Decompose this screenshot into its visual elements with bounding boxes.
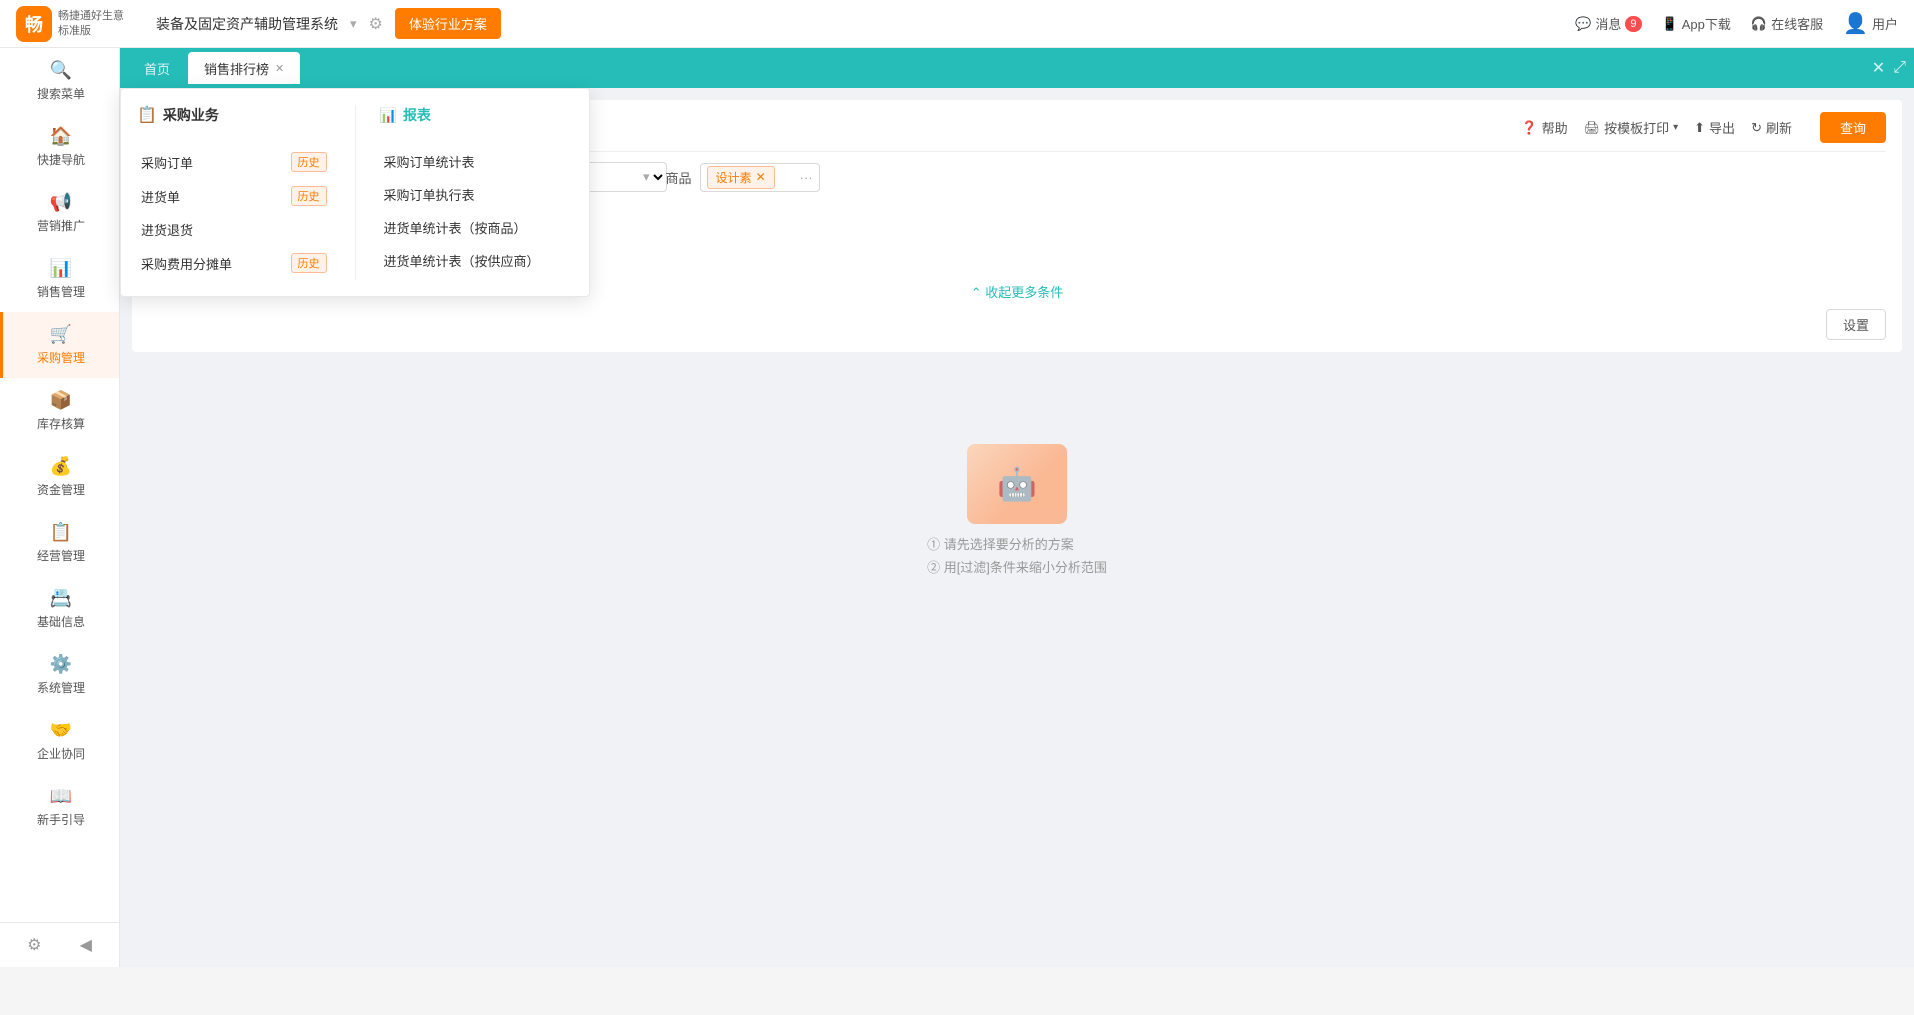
sidebar-item-operation[interactable]: 📋 经营管理 [0, 510, 119, 576]
export-btn[interactable]: ⬆ 导出 [1694, 118, 1735, 137]
setting-btn[interactable]: 设置 [1826, 309, 1886, 340]
print-dropdown-icon[interactable]: ▾ [1673, 122, 1678, 133]
print-btn[interactable]: 🖨 按模板打印 ▾ [1584, 118, 1679, 137]
system-title: 装备及固定资产辅助管理系统 [156, 14, 338, 34]
industry-btn[interactable]: 体验行业方案 [395, 8, 501, 39]
purchase-business-col: 📋 采购业务 采购订单 历史 进货单 历史 进货退货 采购费用分摊单 历史 [137, 105, 331, 280]
help-btn[interactable]: ❓ 帮助 [1521, 118, 1567, 137]
dropdown-item-return[interactable]: 进货退货 [137, 213, 331, 246]
query-btn[interactable]: 查询 [1820, 112, 1886, 143]
finance-icon: 💰 [50, 456, 72, 477]
refresh-icon: ↻ [1751, 120, 1762, 136]
goods-tag-close[interactable]: ✕ [756, 170, 766, 184]
system-icon: ⚙️ [50, 654, 72, 675]
operation-icon: 📋 [50, 522, 72, 543]
dropdown-item-purchase-order[interactable]: 采购订单 历史 [137, 145, 331, 179]
top-bar: 畅 畅捷通好生意 标准版 装备及固定资产辅助管理系统 ▾ ⚙ 体验行业方案 💬 … [0, 0, 1914, 48]
purchase-title-icon: 📋 [137, 105, 157, 125]
basic-icon: 📇 [50, 588, 72, 609]
tab-bar-actions: ✕ ⤢ [1872, 58, 1906, 78]
message-badge: 9 [1625, 16, 1641, 32]
sidebar-item-guide[interactable]: 📖 新手引导 [0, 774, 119, 840]
logo-area: 畅 畅捷通好生意 标准版 [16, 6, 136, 42]
empty-tips: 请先选择要分析的方案 用[过滤]条件来缩小分析范围 [927, 532, 1107, 578]
sidebar-item-system[interactable]: ⚙️ 系统管理 [0, 642, 119, 708]
print-icon: 🖨 [1584, 120, 1601, 136]
settings-icon[interactable]: ⚙ [369, 14, 383, 34]
avatar-icon: 👤 [1843, 11, 1868, 36]
purchase-dropdown-menu: 📋 采购业务 采购订单 历史 进货单 历史 进货退货 采购费用分摊单 历史 📊 … [120, 88, 590, 297]
dropdown-item-order-exec[interactable]: 采购订单执行表 [380, 178, 574, 211]
empty-illustration: 🤖 [967, 444, 1067, 524]
dropdown-arrow-icon[interactable]: ▾ [350, 16, 357, 32]
sidebar-item-basic[interactable]: 📇 基础信息 [0, 576, 119, 642]
sidebar-item-marketing[interactable]: 📢 营销推广 [0, 180, 119, 246]
phone-icon: 📱 [1662, 16, 1678, 32]
sidebar-item-corp[interactable]: 🤝 企业协同 [0, 708, 119, 774]
report-title-icon: 📊 [380, 107, 397, 124]
app-download-btn[interactable]: 📱 App下载 [1662, 14, 1731, 33]
history-tag-3: 历史 [291, 253, 327, 273]
marketing-icon: 📢 [50, 192, 72, 213]
tab-close-window-btn[interactable]: ✕ [1872, 58, 1885, 78]
purchase-col-title: 📋 采购业务 [137, 105, 331, 133]
dropdown-item-receipt[interactable]: 进货单 历史 [137, 179, 331, 213]
tab-home[interactable]: 首页 [128, 52, 186, 84]
goods-filter: 商品 设计素 ✕ ··· [666, 163, 820, 192]
empty-icon: 🤖 [967, 444, 1067, 524]
user-btn[interactable]: 👤 用户 [1843, 11, 1898, 36]
home-icon: 🏠 [50, 126, 72, 147]
dropdown-item-expense[interactable]: 采购费用分摊单 历史 [137, 246, 331, 280]
tab-bar: 首页 销售排行榜 ✕ ✕ ⤢ [120, 48, 1914, 88]
guide-icon: 📖 [50, 786, 72, 807]
inventory-icon: 📦 [50, 390, 72, 411]
online-service-btn[interactable]: 🎧 在线客服 [1751, 14, 1823, 33]
export-icon: ⬆ [1694, 120, 1705, 136]
top-bar-right: 💬 消息 9 📱 App下载 🎧 在线客服 👤 用户 [1575, 11, 1898, 36]
corp-icon: 🤝 [50, 720, 72, 741]
history-tag-1: 历史 [291, 186, 327, 206]
refresh-btn[interactable]: ↻ 刷新 [1751, 118, 1792, 137]
logo-icon: 畅 [16, 6, 52, 42]
sidebar-item-finance[interactable]: 💰 资金管理 [0, 444, 119, 510]
tab-sales-rank[interactable]: 销售排行榜 ✕ [188, 52, 300, 84]
search-icon: 🔍 [50, 60, 72, 81]
history-tag-0: 历史 [291, 152, 327, 172]
purchase-icon: 🛒 [50, 324, 72, 345]
message-btn[interactable]: 💬 消息 9 [1575, 14, 1641, 33]
goods-tag: 设计素 ✕ [707, 166, 775, 189]
report-col-title: 📊 报表 [380, 105, 574, 133]
dropdown-item-order-stats[interactable]: 采购订单统计表 [380, 145, 574, 178]
sidebar-item-search[interactable]: 🔍 搜索菜单 [0, 48, 119, 114]
sidebar-item-inventory[interactable]: 📦 库存核算 [0, 378, 119, 444]
tab-close-icon[interactable]: ✕ [275, 62, 284, 75]
collapse-icon: ⌃ [971, 285, 982, 300]
headset-icon: 🎧 [1751, 16, 1767, 32]
empty-state: 🤖 请先选择要分析的方案 用[过滤]条件来缩小分析范围 [132, 364, 1902, 658]
sidebar-collapse-btn[interactable]: ◀ [80, 935, 92, 955]
goods-more-icon[interactable]: ··· [800, 170, 813, 185]
top-bar-center: 装备及固定资产辅助管理系统 ▾ ⚙ 体验行业方案 [136, 8, 1575, 39]
tab-maximize-btn[interactable]: ⤢ [1893, 59, 1906, 77]
sidebar-bottom: ⚙ ◀ [0, 922, 119, 967]
dropdown-item-receipt-by-supplier[interactable]: 进货单统计表（按供应商） [380, 244, 574, 277]
report-col: 📊 报表 采购订单统计表 采购订单执行表 进货单统计表（按商品） 进货单统计表（… [380, 105, 574, 280]
sidebar-item-sales[interactable]: 📊 销售管理 [0, 246, 119, 312]
sidebar: 🔍 搜索菜单 🏠 快捷导航 📢 营销推广 📊 销售管理 🛒 采购管理 📦 库存核… [0, 48, 120, 967]
menu-divider [355, 105, 356, 280]
sales-icon: 📊 [50, 258, 72, 279]
logo-text: 畅捷通好生意 标准版 [58, 9, 124, 38]
message-icon: 💬 [1575, 16, 1591, 32]
sidebar-item-purchase[interactable]: 🛒 采购管理 [0, 312, 119, 378]
sidebar-settings-btn[interactable]: ⚙ [27, 935, 41, 955]
help-icon: ❓ [1521, 120, 1537, 136]
sidebar-item-quick[interactable]: 🏠 快捷导航 [0, 114, 119, 180]
dropdown-item-receipt-by-goods[interactable]: 进货单统计表（按商品） [380, 211, 574, 244]
